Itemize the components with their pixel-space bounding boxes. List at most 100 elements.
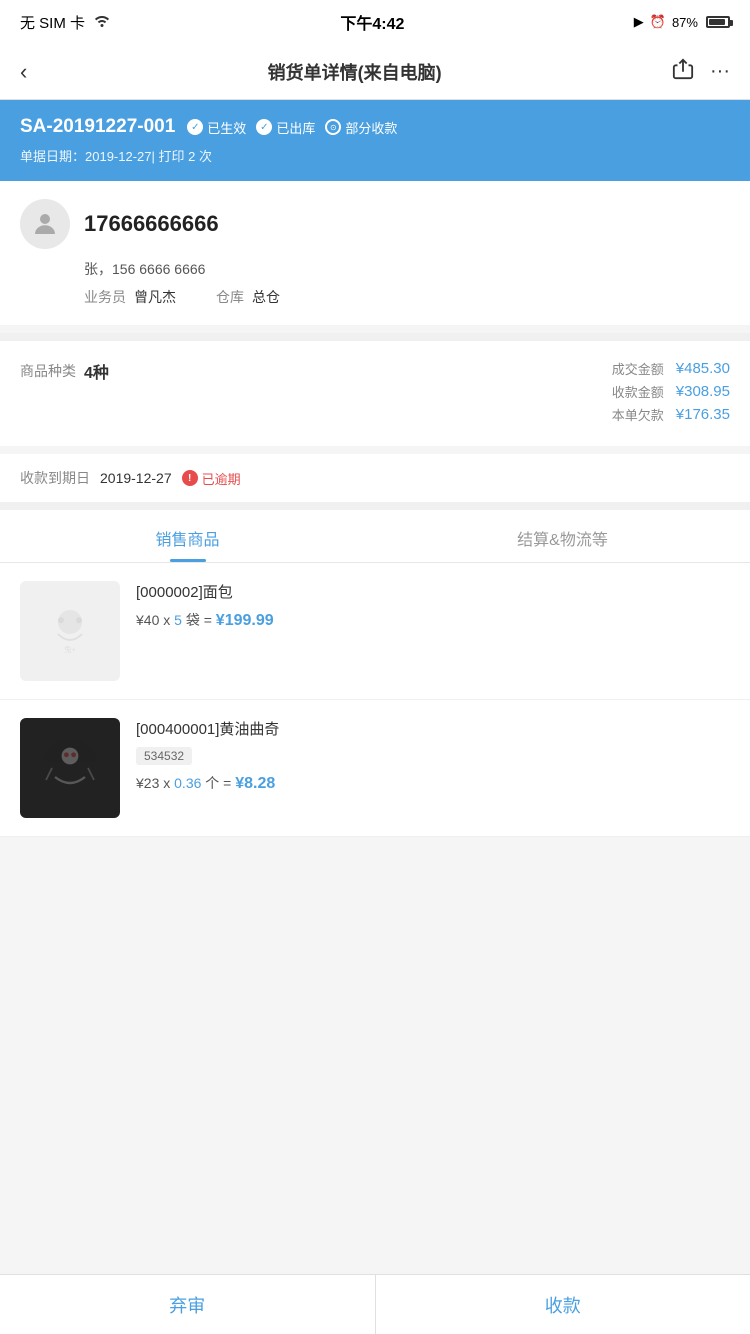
price-eq-1: = [204,612,216,628]
summary-right: 成交金额 ¥485.30 收款金额 ¥308.95 本单欠款 ¥176.35 [612,359,730,428]
price-total-1: ¥199.99 [216,612,274,629]
staff-label: 业务员 [84,287,126,307]
overdue-badge: ! 已逾期 [182,469,241,488]
products-list: 兔+ [0000002]面包 ¥40 x 5 袋 = ¥199.99 [0,563,750,837]
share-icon[interactable] [672,58,694,86]
deal-value: ¥485.30 [676,360,730,377]
divider-1 [0,333,750,341]
price-total-2: ¥8.28 [235,775,275,792]
carrier-text: 无 SIM 卡 [20,12,85,33]
product-item-2: [000400001]黄油曲奇 534532 ¥23 x 0.36 个 = ¥8… [0,700,750,837]
clock-icon: ⊙ [325,119,341,135]
warehouse-label: 仓库 [216,287,244,307]
product-name-2: [000400001]黄油曲奇 [136,718,730,739]
badge-partial: ⊙ 部分收款 [325,118,397,137]
product-info-2: [000400001]黄油曲奇 534532 ¥23 x 0.36 个 = ¥8… [136,718,730,793]
divider-2 [0,502,750,510]
meta-print: | 打印 2 次 [152,149,212,164]
wifi-icon [93,13,111,31]
cancel-review-button[interactable]: 弃审 [0,1275,376,1334]
nav-actions: ··· [672,58,730,86]
bottom-bar: 弃审 收款 [0,1274,750,1334]
product-tag-2: 534532 [136,747,192,765]
product-thumb-2 [20,718,120,818]
pay-amount-row: 收款金额 ¥308.95 [612,382,730,401]
owe-label: 本单欠款 [612,405,664,424]
bottom-spacer [0,837,750,907]
header-card: SA-20191227-001 ✓ 已生效 ✓ 已出库 ⊙ 部分收款 单据日期：… [0,100,750,181]
meta-date-label: 单据日期： [20,149,85,164]
collect-payment-button[interactable]: 收款 [376,1275,750,1334]
product-item: 兔+ [0000002]面包 ¥40 x 5 袋 = ¥199.99 [0,563,750,700]
tab-sales-label: 销售商品 [155,532,219,549]
back-button[interactable]: ‹ [20,59,27,85]
collect-payment-label: 收款 [545,1292,581,1318]
price-unit-name-1: 袋 [186,612,200,628]
price-qty-1: 5 [174,612,182,628]
customer-row: 17666666666 [20,199,730,249]
status-left: 无 SIM 卡 [20,12,111,33]
tabs-bar: 销售商品 结算&物流等 [0,510,750,563]
overdue-text: 已逾期 [202,469,241,488]
alarm-icon: ⏰ [650,14,666,30]
status-right: ▶ ⏰ 87% [634,14,730,30]
badge-effective: ✓ 已生效 [187,118,246,137]
staff-value: 曾凡杰 [134,287,176,307]
svg-text:兔+: 兔+ [64,645,75,654]
location-icon: ▶ [634,14,644,30]
customer-sub: 张，156 6666 6666 [20,259,730,279]
due-section: 收款到期日 2019-12-27 ! 已逾期 [0,454,750,502]
tab-settlement[interactable]: 结算&物流等 [375,510,750,562]
due-label: 收款到期日 [20,468,90,488]
warehouse-value: 总仓 [252,287,280,307]
tab-sales-products[interactable]: 销售商品 [0,510,375,562]
product-info-1: [0000002]面包 ¥40 x 5 袋 = ¥199.99 [136,581,730,630]
product-price-1: ¥40 x 5 袋 = ¥199.99 [136,610,730,630]
badge-shipped-label: 已出库 [276,118,315,137]
tab-settlement-label: 结算&物流等 [517,532,608,549]
deal-amount-row: 成交金额 ¥485.30 [612,359,730,378]
check-icon-2: ✓ [256,119,272,135]
nav-bar: ‹ 销货单详情(来自电脑) ··· [0,44,750,100]
nav-title: 销货单详情(来自电脑) [37,59,672,85]
avatar [20,199,70,249]
owe-amount-row: 本单欠款 ¥176.35 [612,405,730,424]
summary-section: 商品种类 4种 成交金额 ¥485.30 收款金额 ¥308.95 本单欠款 ¥… [0,341,750,446]
product-thumb-1: 兔+ [20,581,120,681]
due-date: 2019-12-27 [100,470,172,486]
more-icon[interactable]: ··· [710,60,730,83]
pay-label: 收款金额 [612,382,664,401]
battery-icon [706,16,730,28]
price-unit-1: ¥40 [136,612,159,628]
pay-value: ¥308.95 [676,383,730,400]
deal-label: 成交金额 [612,359,664,378]
price-qty-2: 0.36 [174,775,201,791]
status-time: 下午4:42 [340,10,404,34]
price-unit-name-2: 个 [205,775,219,791]
meta-date-value: 2019-12-27 [85,149,152,164]
overdue-icon: ! [182,470,198,486]
badge-effective-label: 已生效 [207,118,246,137]
badge-partial-label: 部分收款 [345,118,397,137]
badge-shipped: ✓ 已出库 [256,118,315,137]
status-bar: 无 SIM 卡 下午4:42 ▶ ⏰ 87% [0,0,750,44]
price-eq-2: = [223,775,235,791]
product-price-2: ¥23 x 0.36 个 = ¥8.28 [136,773,730,793]
customer-section: 17666666666 张，156 6666 6666 业务员 曾凡杰 仓库 总… [0,181,750,325]
product-name-1: [0000002]面包 [136,581,730,602]
price-x-1: x [163,612,174,628]
summary-left: 商品种类 4种 [20,359,109,383]
badges: ✓ 已生效 ✓ 已出库 ⊙ 部分收款 [187,118,397,137]
product-types: 商品种类 4种 [20,359,109,383]
header-meta: 单据日期：2019-12-27| 打印 2 次 [20,146,730,165]
customer-name: 17666666666 [84,211,219,237]
types-label: 商品种类 [20,361,76,381]
types-value: 4种 [84,359,109,383]
cancel-review-label: 弃审 [169,1292,205,1318]
price-x-2: x [163,775,174,791]
check-icon-1: ✓ [187,119,203,135]
price-unit-2: ¥23 [136,775,159,791]
staff-item-salesperson: 业务员 曾凡杰 [84,287,176,307]
staff-item-warehouse: 仓库 总仓 [216,287,280,307]
battery-percent: 87% [672,15,698,30]
